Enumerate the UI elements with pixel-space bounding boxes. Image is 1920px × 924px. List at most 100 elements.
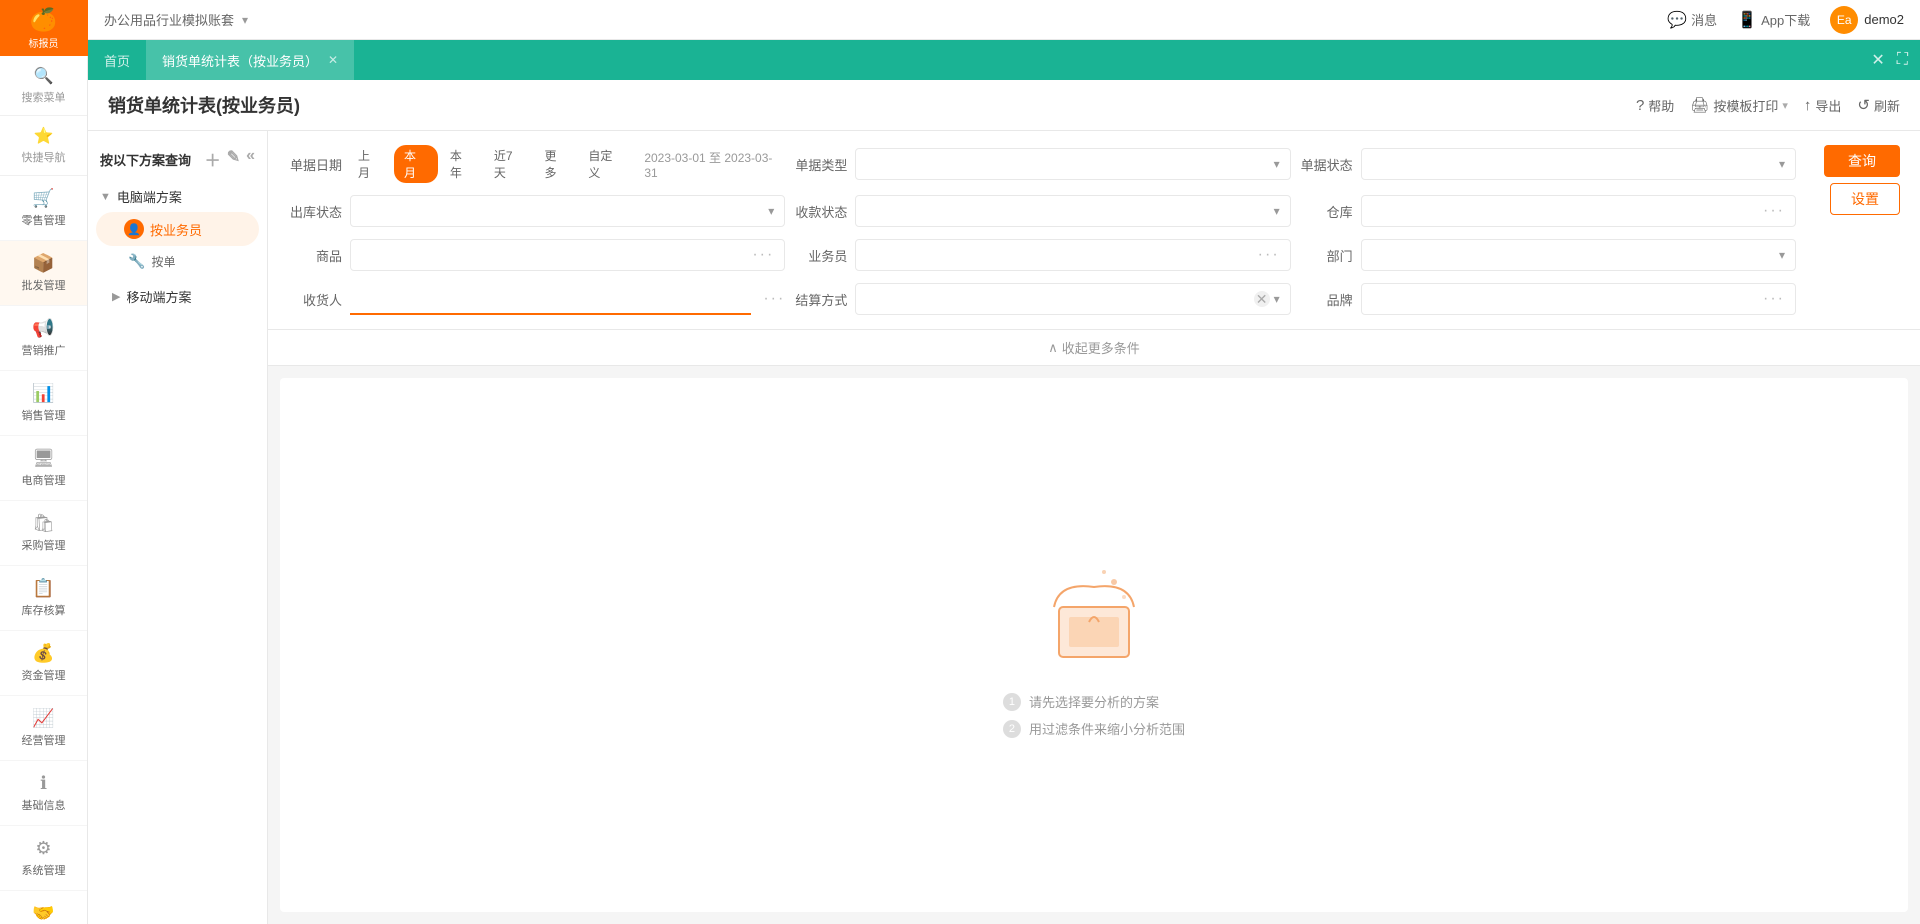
sidebar-item-finance[interactable]: 💰 资金管理	[0, 631, 87, 696]
filter-fields-container: 单据日期 上月 本月 本年 近7天 更多 自定义 2023-03-01 至 20…	[288, 145, 1796, 315]
query-button[interactable]: 查询	[1824, 145, 1900, 177]
settlement-controls: ✕ ▾	[1254, 291, 1280, 307]
more-btn[interactable]: 更多	[536, 145, 576, 183]
sidebar-item-inventory[interactable]: 📋 库存核算	[0, 566, 87, 631]
mobile-section-arrow: ▶	[112, 290, 120, 303]
avatar: Ea	[1830, 6, 1858, 34]
sidebar-item-system[interactable]: ⚙ 系统管理	[0, 826, 87, 891]
inventory-label: 库存核算	[22, 602, 66, 618]
warehouse-select[interactable]: ···	[1361, 195, 1796, 227]
brand-field: 品牌 ···	[1299, 283, 1796, 315]
empty-state: 1 请先选择要分析的方案 2 用过滤条件来缩小分析范围	[280, 378, 1908, 912]
sidebar-item-retail[interactable]: 🛒 零售管理	[0, 176, 87, 241]
settlement-label: 结算方式	[793, 290, 847, 309]
print-button[interactable]: 🖨 按模板打印 ▾	[1690, 96, 1788, 115]
doc-status-select[interactable]: ▾	[1361, 148, 1796, 180]
sales-label: 销售管理	[22, 407, 66, 423]
custom-btn[interactable]: 自定义	[580, 145, 632, 183]
prev-month-btn[interactable]: 上月	[350, 145, 390, 183]
sales-icon: 📊	[32, 383, 54, 404]
desktop-section-label: 电脑端方案	[117, 187, 182, 206]
user-profile[interactable]: Ea demo2	[1830, 6, 1904, 34]
settlement-arrow: ▾	[1274, 292, 1280, 306]
export-icon: ↑	[1804, 97, 1812, 114]
doc-type-label: 单据类型	[793, 155, 847, 174]
system-icon: ⚙	[35, 838, 51, 859]
desktop-section-header[interactable]: ▼ 电脑端方案	[88, 181, 267, 212]
out-status-field: 出库状态 ▾	[288, 195, 785, 227]
department-arrow: ▾	[1779, 248, 1785, 262]
logo-icon: 🍊	[30, 7, 57, 33]
tip-2-text: 用过滤条件来缩小分析范围	[1029, 719, 1185, 738]
doc-status-label: 单据状态	[1299, 155, 1353, 174]
finance-label: 资金管理	[22, 667, 66, 683]
brand-select[interactable]: ···	[1361, 283, 1796, 315]
mobile-section-header[interactable]: ▶ 移动端方案	[88, 281, 267, 312]
tip-2-number: 2	[1003, 720, 1021, 738]
tab-expand-icon[interactable]: ⛶	[1893, 47, 1912, 73]
scheme-by-salesperson[interactable]: 👤 按业务员	[96, 212, 259, 246]
tab-collapse-icon[interactable]: ✕	[1867, 46, 1888, 74]
export-button[interactable]: ↑ 导出	[1804, 96, 1842, 115]
refresh-button[interactable]: ↺ 刷新	[1857, 96, 1900, 115]
breadcrumb-dropdown[interactable]: ▾	[242, 13, 248, 27]
sidebar-item-purchase[interactable]: 🛍 采购管理	[0, 501, 87, 566]
last7-btn[interactable]: 近7天	[486, 145, 533, 183]
app-download-button[interactable]: 📱 App下载	[1737, 10, 1810, 30]
doc-status-arrow: ▾	[1779, 157, 1785, 171]
filter-layout: 单据日期 上月 本月 本年 近7天 更多 自定义 2023-03-01 至 20…	[288, 145, 1900, 315]
username-label: demo2	[1864, 12, 1904, 27]
this-year-btn[interactable]: 本年	[442, 145, 482, 183]
edit-scheme-button[interactable]: ✎	[227, 147, 240, 171]
receiver-input[interactable]	[350, 283, 751, 315]
help-label: 帮助	[1648, 96, 1674, 115]
receiver-dots: ···	[763, 290, 785, 308]
settlement-clear-icon[interactable]: ✕	[1254, 291, 1270, 307]
sidebar-logo[interactable]: 🍊 标报员	[0, 0, 88, 56]
collapse-bar[interactable]: ∧ 收起更多条件	[268, 330, 1920, 366]
settlement-select[interactable]: ✕ ▾	[855, 283, 1290, 315]
sidebar-item-wholesale[interactable]: 📦 批发管理	[0, 241, 87, 306]
print-icon: 🖨	[1690, 96, 1709, 114]
app-label: App下载	[1761, 10, 1810, 29]
tab-home[interactable]: 首页	[88, 40, 146, 80]
sidebar-item-operation[interactable]: 📈 经营管理	[0, 696, 87, 761]
receive-status-select[interactable]: ▾	[855, 195, 1290, 227]
doc-type-select[interactable]: ▾	[855, 148, 1290, 180]
sidebar-quick-nav[interactable]: ⭐ 快捷导航	[0, 116, 87, 176]
order-scheme-icon: 🔧	[128, 253, 145, 270]
message-button[interactable]: 💬 消息	[1667, 10, 1717, 30]
this-month-btn[interactable]: 本月	[394, 145, 438, 183]
sidebar-item-enterprise[interactable]: 🤝 企业协同	[0, 891, 87, 924]
inventory-icon: 📋	[32, 578, 54, 599]
ecommerce-label: 电商管理	[22, 472, 66, 488]
out-status-select[interactable]: ▾	[350, 195, 785, 227]
tab-sales-stat[interactable]: 销货单统计表（按业务员） ✕	[146, 40, 354, 80]
salesperson-label: 业务员	[793, 246, 847, 265]
salesperson-field: 业务员 ···	[793, 239, 1290, 271]
department-select[interactable]: ▾	[1361, 239, 1796, 271]
desktop-section: ▼ 电脑端方案 👤 按业务员 🔧 按单	[88, 181, 267, 277]
salesperson-select[interactable]: ···	[855, 239, 1290, 271]
sidebar-item-ecommerce[interactable]: 🖥 电商管理	[0, 436, 87, 501]
sidebar-item-marketing[interactable]: 📢 营销推广	[0, 306, 87, 371]
sidebar-search[interactable]: 🔍 搜索菜单	[0, 56, 87, 116]
receive-status-label: 收款状态	[793, 202, 847, 221]
scheme-by-order[interactable]: 🔧 按单	[88, 246, 267, 277]
warehouse-dots: ···	[1763, 202, 1785, 220]
sidebar-item-basic[interactable]: ℹ 基础信息	[0, 761, 87, 826]
tab-sales-stat-label: 销货单统计表（按业务员）	[162, 51, 318, 70]
settings-button[interactable]: 设置	[1830, 183, 1900, 215]
page-header: 销货单统计表(按业务员) ? 帮助 🖨 按模板打印 ▾ ↑ 导出 ↺ 刷新	[88, 80, 1920, 131]
add-scheme-button[interactable]: ＋	[205, 147, 221, 171]
tab-close-icon[interactable]: ✕	[328, 53, 338, 67]
tab-bar: 首页 销货单统计表（按业务员） ✕ ✕ ⛶	[88, 40, 1920, 80]
collapse-panel-button[interactable]: «	[246, 147, 255, 171]
help-button[interactable]: ? 帮助	[1636, 96, 1674, 115]
goods-select[interactable]: ···	[350, 239, 785, 271]
filter-row-4: 收货人 ··· 结算方式 ✕	[288, 283, 1796, 315]
page-title: 销货单统计表(按业务员)	[108, 92, 300, 130]
page-header-actions: ? 帮助 🖨 按模板打印 ▾ ↑ 导出 ↺ 刷新	[1636, 96, 1900, 127]
sidebar-item-sales[interactable]: 📊 销售管理	[0, 371, 87, 436]
basic-icon: ℹ	[40, 773, 47, 794]
